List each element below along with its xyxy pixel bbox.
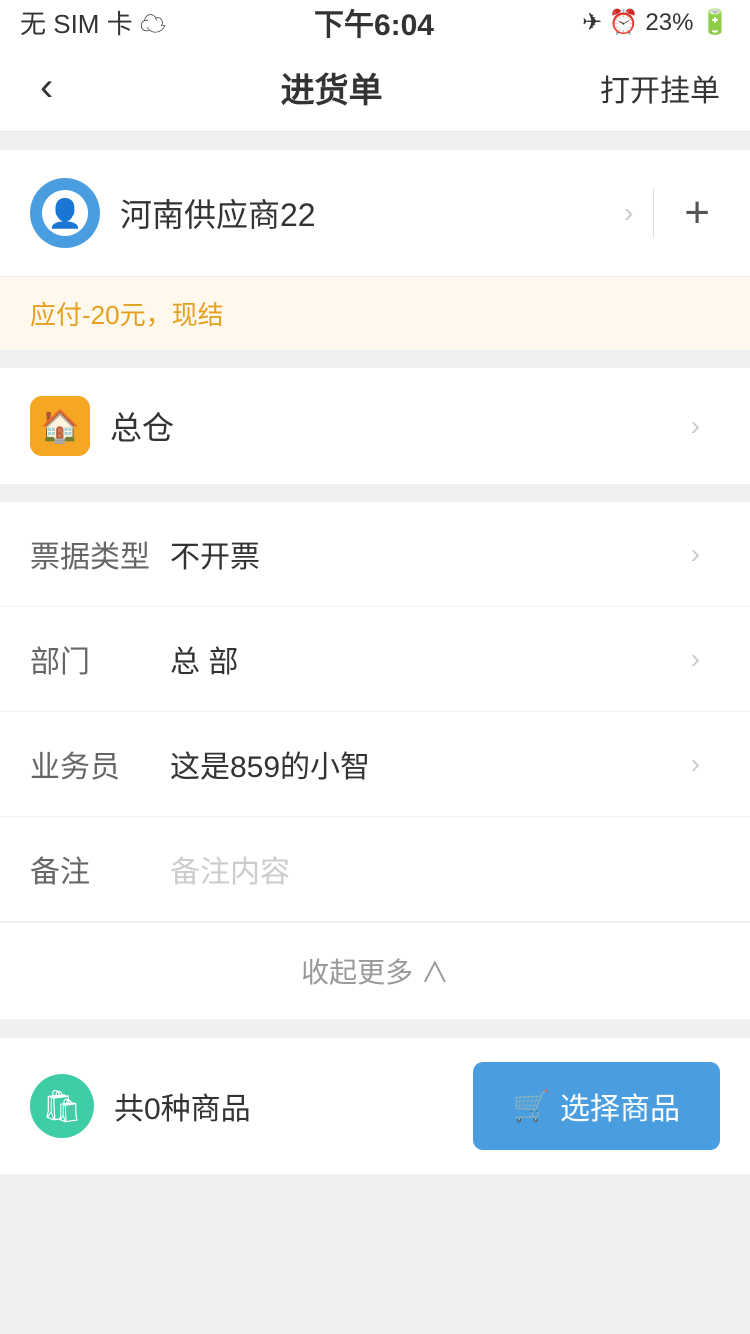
supplier-name: 河南供应商22 [120, 190, 624, 236]
remark-label: 备注 [30, 847, 160, 891]
supplier-avatar: 👤 [30, 178, 100, 248]
person-icon: 👤 [48, 197, 83, 230]
department-row[interactable]: 部门 总 部 › [0, 607, 750, 712]
department-label: 部门 [30, 637, 160, 681]
form-section: 票据类型 不开票 › 部门 总 部 › 业务员 这是859的小智 › 备注 备注… [0, 502, 750, 1019]
chevron-right-icon: › [624, 197, 633, 229]
salesperson-label: 业务员 [30, 742, 160, 786]
back-button[interactable]: ‹ [30, 55, 63, 120]
department-value: 总 部 [160, 637, 691, 681]
collapse-button[interactable]: 收起更多 ∧ [301, 957, 449, 988]
status-right: ✈ ⏰ 23% 🔋 [582, 8, 730, 37]
section-gap-1 [0, 132, 750, 150]
warehouse-name: 总仓 [110, 403, 691, 449]
salesperson-chevron-icon: › [691, 748, 700, 780]
sim-status: 无 SIM 卡 ☁ [20, 4, 166, 41]
warehouse-chevron-icon: › [691, 410, 700, 442]
page-title: 进货单 [281, 63, 383, 112]
invoice-type-label: 票据类型 [30, 532, 160, 576]
battery-status: ✈ ⏰ 23% 🔋 [582, 8, 730, 37]
section-gap-2 [0, 350, 750, 368]
status-bar: 无 SIM 卡 ☁ 下午6:04 ✈ ⏰ 23% 🔋 [0, 0, 750, 44]
product-count-text: 共0种商品 [114, 1084, 473, 1128]
select-product-icon: 🛒 [513, 1089, 550, 1124]
salesperson-row[interactable]: 业务员 这是859的小智 › [0, 712, 750, 817]
select-product-button[interactable]: 🛒 选择商品 [473, 1062, 720, 1150]
department-chevron-icon: › [691, 643, 700, 675]
notice-bar: 应付-20元，现结 [0, 277, 750, 350]
invoice-type-value: 不开票 [160, 532, 691, 576]
avatar-inner: 👤 [42, 190, 88, 236]
remark-row[interactable]: 备注 备注内容 [0, 817, 750, 922]
open-pending-button[interactable]: 打开挂单 [600, 66, 720, 110]
salesperson-value: 这是859的小智 [160, 742, 691, 786]
nav-bar: ‹ 进货单 打开挂单 [0, 44, 750, 132]
bag-emoji: 🛍 [42, 1087, 83, 1125]
invoice-type-chevron-icon: › [691, 538, 700, 570]
select-product-label: 选择商品 [560, 1084, 680, 1128]
warehouse-section: 🏠 总仓 › [0, 368, 750, 484]
vertical-divider [653, 188, 654, 238]
page-container: 无 SIM 卡 ☁ 下午6:04 ✈ ⏰ 23% 🔋 ‹ 进货单 打开挂单 👤 … [0, 0, 750, 1334]
bottom-bar: 🛍 共0种商品 🛒 选择商品 [0, 1037, 750, 1174]
product-bag-icon: 🛍 [30, 1074, 94, 1138]
collapse-row: 收起更多 ∧ [0, 922, 750, 1019]
add-supplier-button[interactable]: + [674, 188, 720, 238]
status-left: 无 SIM 卡 ☁ [20, 4, 166, 41]
supplier-row[interactable]: 👤 河南供应商22 › + [0, 150, 750, 277]
invoice-type-row[interactable]: 票据类型 不开票 › [0, 502, 750, 607]
warehouse-icon: 🏠 [30, 396, 90, 456]
warehouse-emoji: 🏠 [40, 407, 80, 445]
remark-value[interactable]: 备注内容 [160, 847, 720, 891]
warehouse-row[interactable]: 🏠 总仓 › [0, 368, 750, 484]
status-time: 下午6:04 [314, 0, 434, 44]
supplier-section: 👤 河南供应商22 › + 应付-20元，现结 [0, 150, 750, 350]
